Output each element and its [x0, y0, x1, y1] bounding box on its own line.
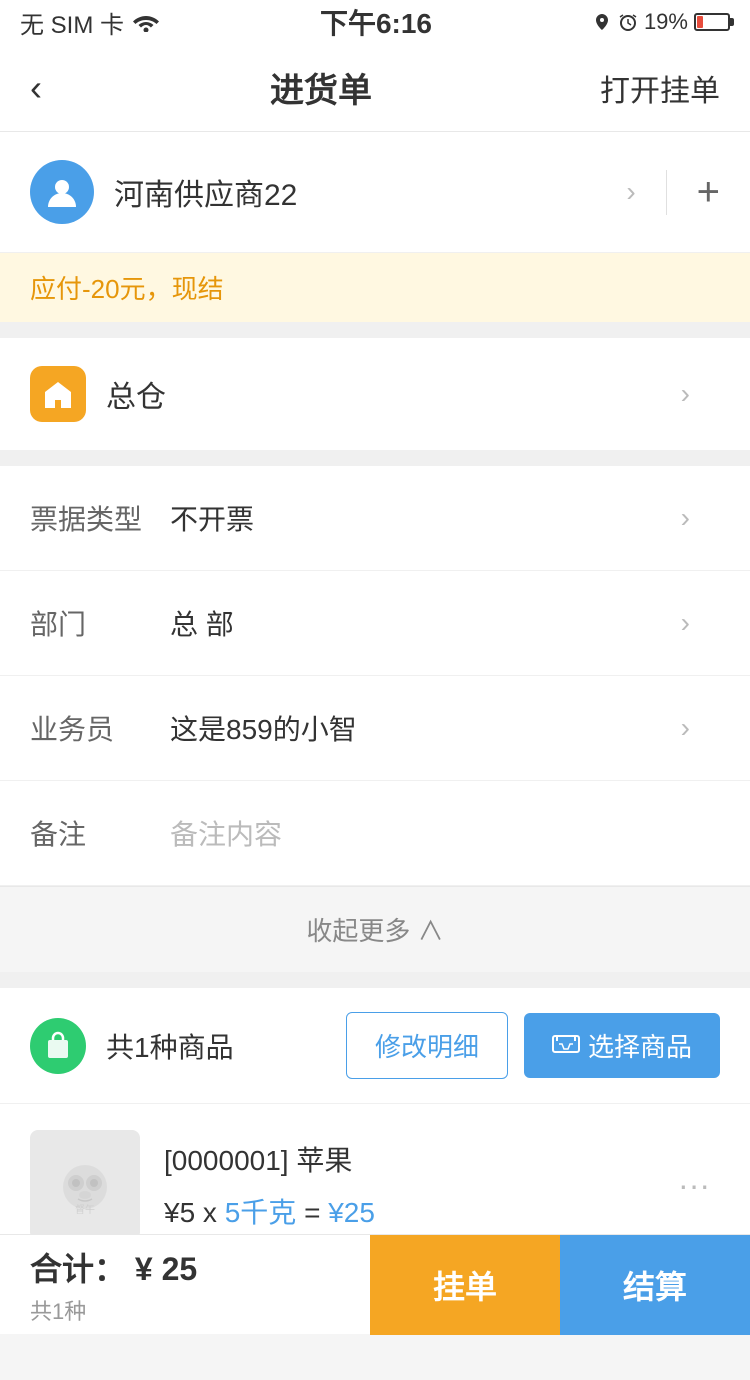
edit-detail-button[interactable]: 修改明细 — [346, 1012, 508, 1079]
nav-bar: ‹ 进货单 打开挂单 — [0, 44, 750, 132]
cart-icon — [552, 1035, 580, 1057]
product-count: 共1种商品 — [106, 1026, 346, 1066]
wifi-icon — [132, 12, 160, 32]
hang-button[interactable]: 挂单 — [370, 1235, 560, 1335]
open-pending-button[interactable]: 打开挂单 — [600, 66, 720, 110]
total-section: 合计： ¥ 25 共1种 — [0, 1244, 370, 1326]
total-amount: 合计： ¥ 25 — [30, 1244, 340, 1290]
warehouse-chevron-icon: › — [681, 378, 690, 410]
total-label: 合计： — [30, 1251, 126, 1287]
product-info: [0000001] 苹果 ¥5 x 5千克 = ¥25 — [164, 1139, 668, 1231]
bottom-bar: 合计： ¥ 25 共1种 挂单 结算 — [0, 1234, 750, 1334]
home-icon — [42, 378, 74, 410]
invoice-value: 不开票 — [150, 498, 681, 538]
supplier-chevron-icon: › — [626, 176, 635, 208]
status-time: 下午6:16 — [320, 2, 432, 42]
department-label: 部门 — [30, 603, 150, 643]
bag-icon — [42, 1030, 74, 1062]
department-value: 总 部 — [150, 603, 681, 643]
department-chevron-icon: › — [681, 607, 690, 639]
product-price: ¥5 x 5千克 = ¥25 — [164, 1191, 668, 1231]
remark-placeholder[interactable]: 备注内容 — [150, 813, 720, 853]
product-header: 共1种商品 修改明细 选择商品 — [0, 988, 750, 1104]
page-title: 进货单 — [270, 63, 372, 112]
supplier-avatar — [30, 160, 94, 224]
checkout-button[interactable]: 结算 — [560, 1235, 750, 1335]
svg-text:督午: 督午 — [75, 1203, 95, 1215]
form-row-department[interactable]: 部门 总 部 › — [0, 571, 750, 676]
remark-label: 备注 — [30, 813, 150, 853]
form-row-salesperson[interactable]: 业务员 这是859的小智 › — [0, 676, 750, 781]
status-carrier: 无 SIM 卡 — [20, 5, 160, 40]
product-section: 共1种商品 修改明细 选择商品 — [0, 988, 750, 1264]
salesperson-chevron-icon: › — [681, 712, 690, 744]
main-content: 河南供应商22 › + 应付-20元，现结 总仓 › 票据类型 不开票 › 部门… — [0, 132, 750, 1264]
alarm-icon — [618, 12, 638, 32]
person-icon — [44, 174, 80, 210]
warehouse-name: 总仓 — [106, 372, 681, 416]
select-product-label: 选择商品 — [588, 1027, 692, 1064]
supplier-notice: 应付-20元，现结 — [0, 253, 750, 322]
add-supplier-button[interactable]: + — [666, 170, 720, 215]
total-value: ¥ 25 — [135, 1251, 197, 1287]
warehouse-card: 总仓 › — [0, 338, 750, 450]
form-card: 票据类型 不开票 › 部门 总 部 › 业务员 这是859的小智 › 备注 备注… — [0, 466, 750, 972]
form-row-remark[interactable]: 备注 备注内容 — [0, 781, 750, 886]
warehouse-icon — [30, 366, 86, 422]
salesperson-value: 这是859的小智 — [150, 708, 681, 748]
salesperson-label: 业务员 — [30, 708, 150, 748]
product-more-button[interactable]: ··· — [668, 1157, 720, 1214]
supplier-row[interactable]: 河南供应商22 › + — [0, 132, 750, 253]
product-thumbnail: 督午 — [30, 1130, 140, 1240]
status-bar: 无 SIM 卡 下午6:16 19% — [0, 0, 750, 44]
battery-icon — [694, 13, 730, 31]
location-icon — [592, 12, 612, 32]
status-right: 19% — [592, 9, 730, 35]
invoice-label: 票据类型 — [30, 498, 150, 538]
back-button[interactable]: ‹ — [30, 67, 42, 109]
product-name: [0000001] 苹果 — [164, 1139, 668, 1179]
product-icon — [30, 1018, 86, 1074]
supplier-name: 河南供应商22 — [114, 170, 626, 214]
select-product-button[interactable]: 选择商品 — [524, 1013, 720, 1078]
collapse-toggle[interactable]: 收起更多 ∧ — [0, 886, 750, 972]
warehouse-row[interactable]: 总仓 › — [0, 338, 750, 450]
total-sub: 共1种 — [30, 1294, 340, 1326]
invoice-chevron-icon: › — [681, 502, 690, 534]
supplier-card: 河南供应商22 › + 应付-20元，现结 — [0, 132, 750, 322]
form-row-invoice[interactable]: 票据类型 不开票 › — [0, 466, 750, 571]
owl-logo: 督午 — [50, 1155, 120, 1215]
